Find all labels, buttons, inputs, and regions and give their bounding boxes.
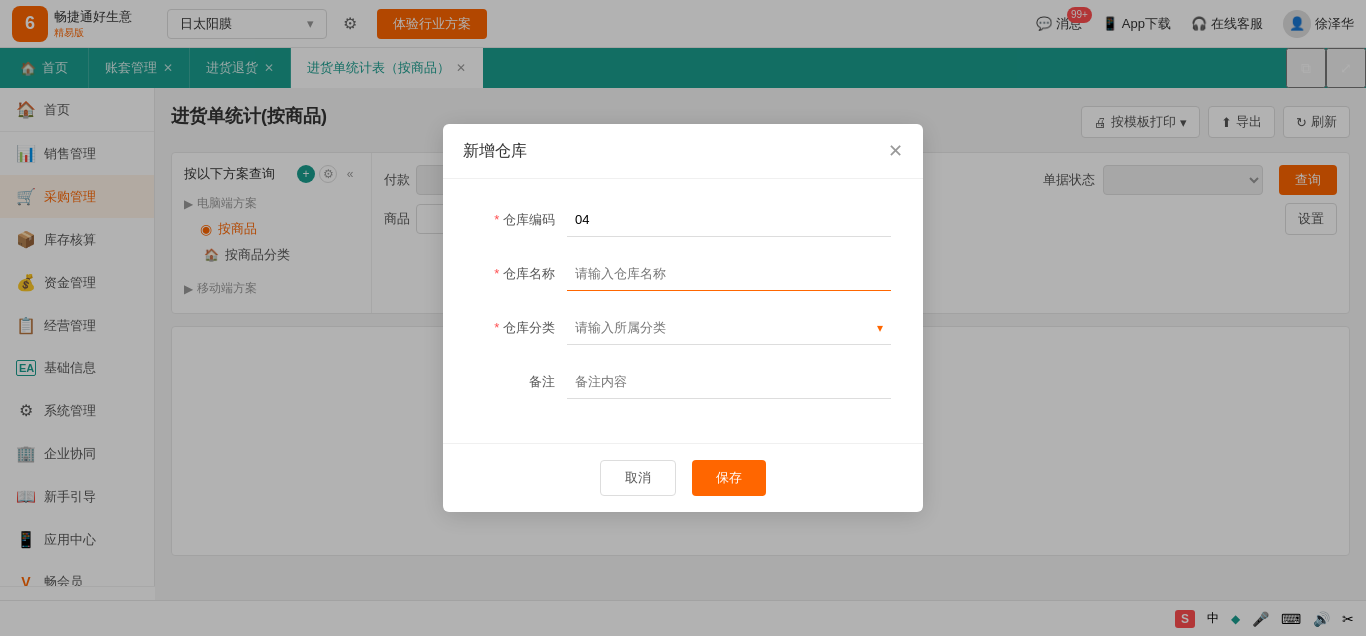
warehouse-category-label: 仓库分类 xyxy=(475,319,555,337)
remark-row: 备注 xyxy=(475,365,891,399)
warehouse-code-input[interactable] xyxy=(567,203,891,237)
cancel-button[interactable]: 取消 xyxy=(600,460,676,496)
dialog-title: 新增仓库 xyxy=(463,141,527,162)
warehouse-code-label: 仓库编码 xyxy=(475,211,555,229)
save-button[interactable]: 保存 xyxy=(692,460,766,496)
warehouse-name-label: 仓库名称 xyxy=(475,265,555,283)
dialog-body: 仓库编码 仓库名称 仓库分类 ▾ 备注 xyxy=(443,179,923,443)
remark-label: 备注 xyxy=(475,373,555,391)
warehouse-name-row: 仓库名称 xyxy=(475,257,891,291)
dialog-footer: 取消 保存 xyxy=(443,443,923,512)
warehouse-name-input[interactable] xyxy=(567,257,891,291)
remark-input[interactable] xyxy=(567,365,891,399)
warehouse-category-wrapper: ▾ xyxy=(567,311,891,345)
add-warehouse-dialog: 新增仓库 ✕ 仓库编码 仓库名称 仓库分类 ▾ xyxy=(443,124,923,512)
warehouse-category-input[interactable] xyxy=(567,311,891,345)
warehouse-code-row: 仓库编码 xyxy=(475,203,891,237)
dialog-close-button[interactable]: ✕ xyxy=(888,140,903,162)
modal-overlay: 新增仓库 ✕ 仓库编码 仓库名称 仓库分类 ▾ xyxy=(0,0,1366,636)
warehouse-category-row: 仓库分类 ▾ xyxy=(475,311,891,345)
dialog-header: 新增仓库 ✕ xyxy=(443,124,923,179)
